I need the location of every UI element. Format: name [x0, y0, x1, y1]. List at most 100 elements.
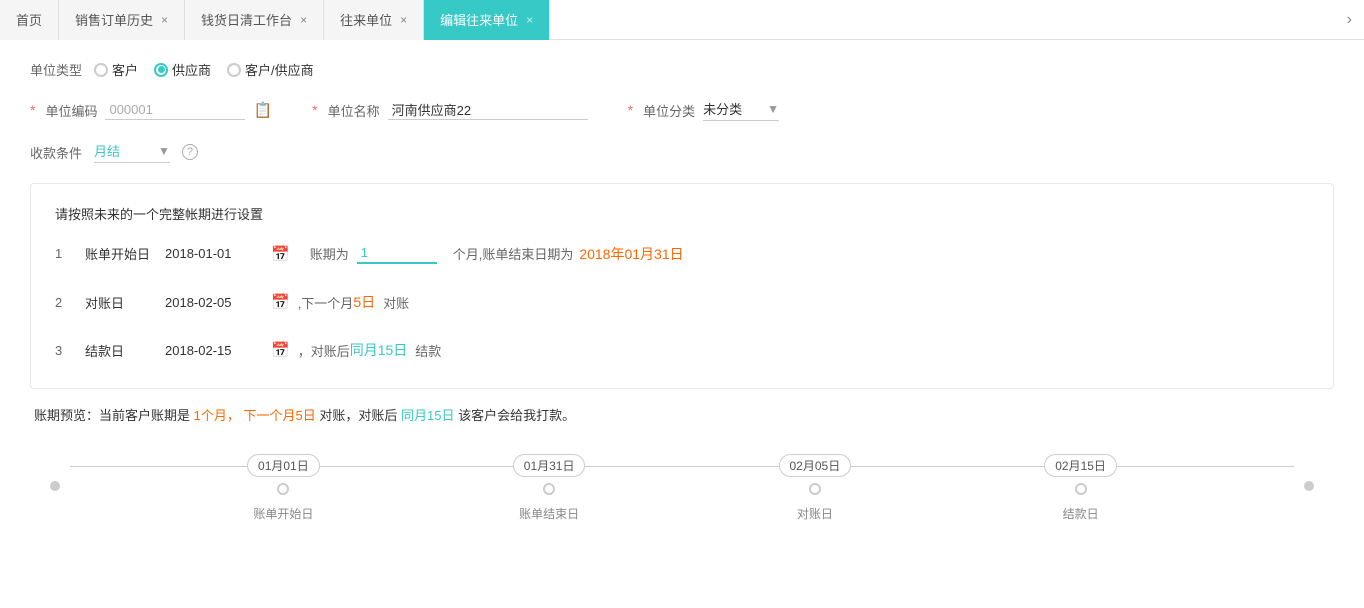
tab-cash-work[interactable]: 钱货日清工作台 ×: [185, 0, 324, 40]
row3-date: 2018-02-15: [165, 343, 265, 358]
timeline-dot-3: [809, 483, 821, 495]
category-arrow-icon: ▼: [767, 102, 779, 116]
code-label: 单位编码: [45, 101, 97, 120]
row2-num: 2: [55, 295, 85, 310]
row3-label: 结款日: [85, 341, 165, 360]
row2-highlight: 5日: [353, 292, 375, 312]
code-name-row: * 单位编码 📋 * 单位名称 * 单位分类 未分类 ▼: [30, 99, 1334, 121]
row2-label: 对账日: [85, 293, 165, 312]
timeline-dot-2: [543, 483, 555, 495]
tab-edit-partner-close[interactable]: ×: [526, 13, 533, 27]
help-icon[interactable]: ?: [182, 144, 198, 160]
preview-part5: 该客户会给我打款。: [458, 408, 575, 423]
radio-customer[interactable]: 客户: [94, 60, 138, 79]
row3-num: 3: [55, 343, 85, 358]
row1-cal-icon[interactable]: 📅: [271, 245, 290, 263]
unit-type-row: 单位类型 客户 供应商 客户/供应商: [30, 60, 1334, 79]
timeline-dot-4: [1075, 483, 1087, 495]
category-dropdown[interactable]: 未分类 ▼: [703, 99, 779, 121]
tab-sales-history-label: 销售订单历史: [75, 10, 153, 29]
payment-dropdown[interactable]: 月结 ▼: [94, 141, 170, 163]
tab-partner[interactable]: 往来单位 ×: [324, 0, 424, 40]
timeline-sub-4: 结款日: [1063, 505, 1099, 522]
tab-home-label: 首页: [16, 10, 42, 29]
timeline-sub-3: 对账日: [797, 505, 833, 522]
code-required: *: [30, 102, 35, 118]
tab-home[interactable]: 首页: [0, 0, 59, 40]
row2-suffix-after: 对账: [383, 293, 409, 312]
timeline-point-2: 01月31日 账单结束日: [513, 454, 586, 522]
timeline-point-4: 02月15日 结款日: [1044, 454, 1117, 522]
row2-date: 2018-02-05: [165, 295, 265, 310]
row3-cal-icon[interactable]: 📅: [271, 341, 290, 359]
period-section: 请按照未来的一个完整帐期进行设置 1 账单开始日 2018-01-01 📅 账期…: [30, 183, 1334, 389]
radio-supplier-circle: [154, 63, 168, 77]
cat-label: 单位分类: [643, 101, 695, 120]
radio-customer-label: 客户: [112, 60, 138, 79]
timeline-points: 01月01日 账单开始日 01月31日 账单结束日 02月05日 对账日 02月…: [50, 454, 1314, 522]
tab-cash-work-label: 钱货日清工作台: [201, 10, 292, 29]
name-field-wrap: * 单位名称: [312, 100, 587, 120]
row1-num: 1: [55, 246, 85, 261]
timeline-point-3: 02月05日 对账日: [779, 454, 852, 522]
tabs-bar: 首页 销售订单历史 × 钱货日清工作台 × 往来单位 × 编辑往来单位 × ›: [0, 0, 1364, 40]
row3-suffix-before: ，对账后: [298, 341, 350, 360]
period-row-3: 3 结款日 2018-02-15 📅 ，对账后 同月15日 结款: [55, 340, 1309, 360]
radio-both[interactable]: 客户/供应商: [227, 60, 314, 79]
radio-supplier-label: 供应商: [172, 60, 211, 79]
code-copy-icon[interactable]: 📋: [253, 101, 272, 119]
tab-sales-history-close[interactable]: ×: [161, 13, 168, 27]
radio-both-circle: [227, 63, 241, 77]
tab-partner-label: 往来单位: [340, 10, 392, 29]
row3-highlight: 同月15日: [350, 340, 408, 360]
period-row-2: 2 对账日 2018-02-05 📅 ,下一个月 5日 对账: [55, 292, 1309, 312]
tab-more-button[interactable]: ›: [1335, 11, 1364, 29]
code-input[interactable]: [105, 100, 245, 120]
preview-part2: 下一个月5日: [244, 408, 316, 423]
period-input[interactable]: [357, 243, 437, 264]
timeline-badge-1: 01月01日: [247, 454, 320, 477]
timeline-right-cap: [1304, 452, 1314, 520]
tab-sales-history[interactable]: 销售订单历史 ×: [59, 0, 185, 40]
timeline-right-dot: [1304, 481, 1314, 491]
preview-part1: 1个月，: [194, 408, 240, 423]
timeline-point-1: 01月01日 账单开始日: [247, 454, 320, 522]
row1-period-suffix: 个月,账单结束日期为: [453, 244, 574, 263]
code-field-wrap: * 单位编码 📋: [30, 100, 272, 120]
cat-required: *: [628, 102, 633, 118]
preview-section: 账期预览：当前客户账期是 1个月， 下一个月5日 对账，对账后 同月15日 该客…: [30, 405, 1334, 424]
radio-supplier[interactable]: 供应商: [154, 60, 211, 79]
radio-customer-circle: [94, 63, 108, 77]
preview-part4: 同月15日: [401, 408, 454, 423]
payment-value: 月结: [94, 141, 154, 160]
preview-label: 账期预览：当前客户账期是: [34, 408, 190, 423]
timeline-badge-2: 01月31日: [513, 454, 586, 477]
category-value: 未分类: [703, 99, 763, 118]
row1-period-label: 账期为: [310, 244, 349, 263]
row3-suffix-after: 结款: [415, 341, 441, 360]
row1-date: 2018-01-01: [165, 246, 265, 261]
name-label: 单位名称: [328, 101, 380, 120]
payment-label: 收款条件: [30, 143, 82, 162]
row2-cal-icon[interactable]: 📅: [271, 293, 290, 311]
section-title: 请按照未来的一个完整帐期进行设置: [55, 204, 1309, 223]
period-row-1: 1 账单开始日 2018-01-01 📅 账期为 个月,账单结束日期为 2018…: [55, 243, 1309, 264]
unit-type-label: 单位类型: [30, 60, 82, 79]
name-input[interactable]: [388, 100, 588, 120]
payment-row: 收款条件 月结 ▼ ?: [30, 141, 1334, 163]
radio-both-label: 客户/供应商: [245, 60, 314, 79]
payment-arrow-icon: ▼: [158, 144, 170, 158]
timeline: 01月01日 账单开始日 01月31日 账单结束日 02月05日 对账日 02月…: [30, 444, 1334, 532]
row1-end-date: 2018年01月31日: [579, 244, 683, 264]
timeline-badge-4: 02月15日: [1044, 454, 1117, 477]
tab-cash-work-close[interactable]: ×: [300, 13, 307, 27]
row1-label: 账单开始日: [85, 244, 165, 263]
tab-edit-partner-label: 编辑往来单位: [440, 10, 518, 29]
timeline-left-cap: [50, 452, 60, 520]
row2-suffix-before: ,下一个月: [298, 293, 354, 312]
category-field-wrap: * 单位分类 未分类 ▼: [628, 99, 779, 121]
tab-partner-close[interactable]: ×: [400, 13, 407, 27]
timeline-badge-3: 02月05日: [779, 454, 852, 477]
timeline-left-dot: [50, 481, 60, 491]
tab-edit-partner[interactable]: 编辑往来单位 ×: [424, 0, 550, 40]
